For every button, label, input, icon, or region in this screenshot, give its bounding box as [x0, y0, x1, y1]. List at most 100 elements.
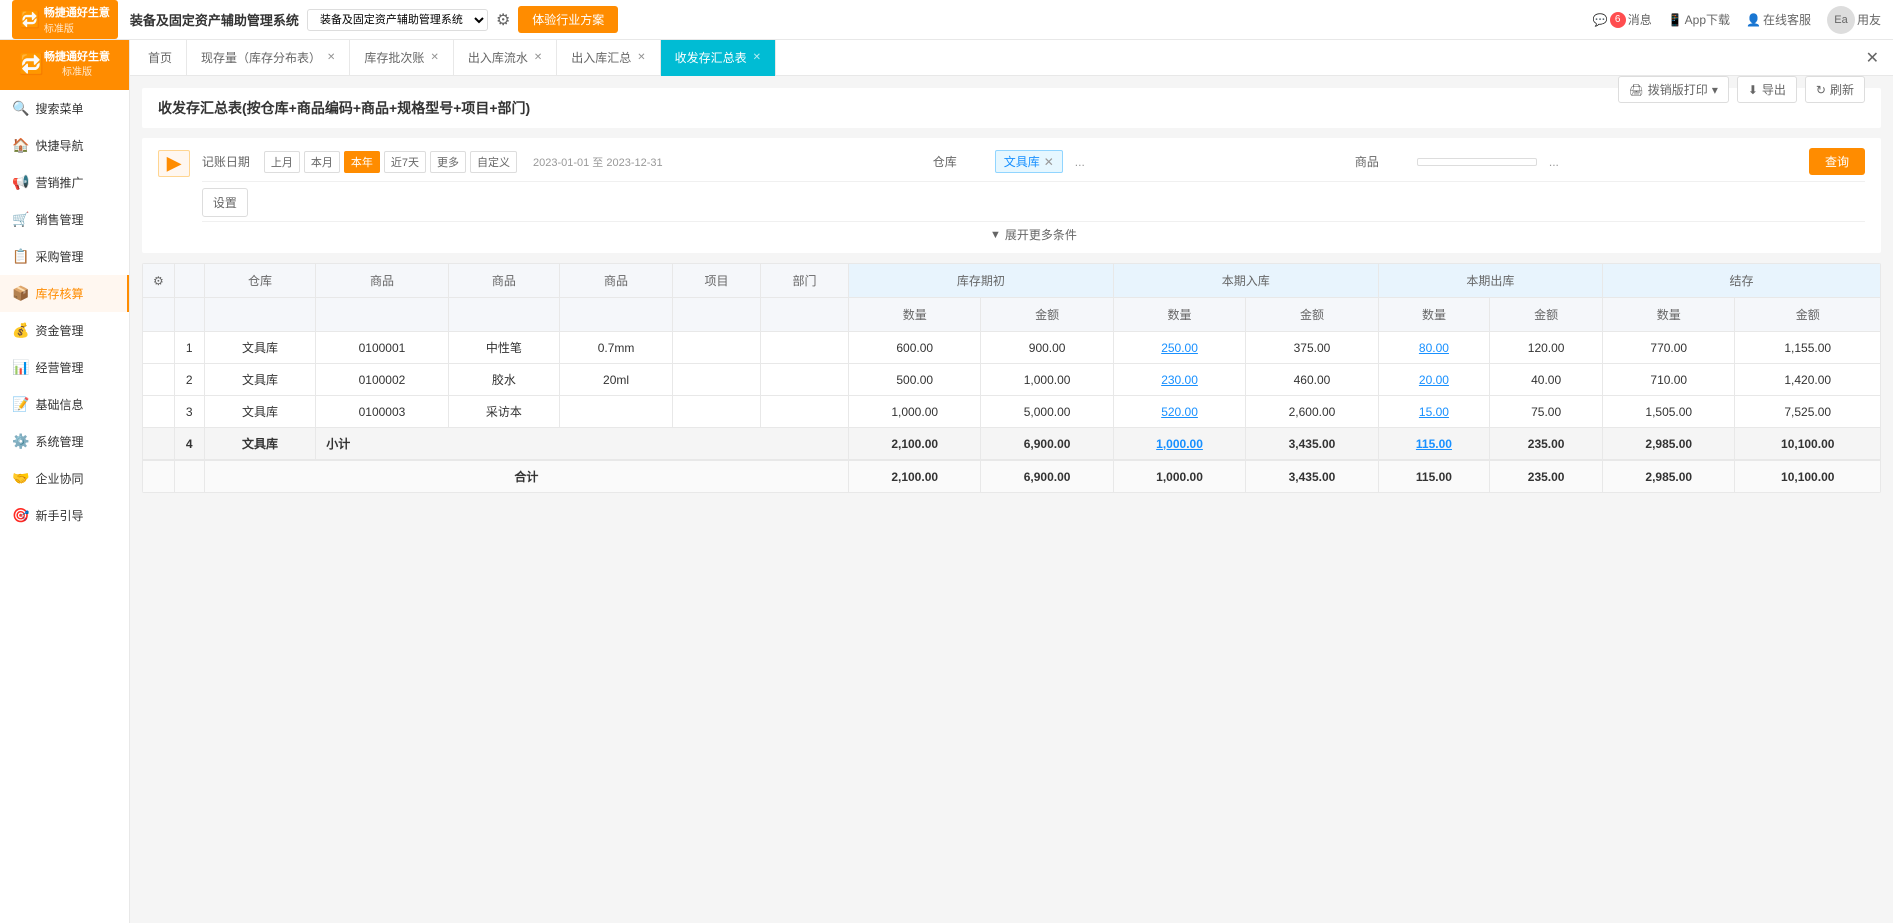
page-header: 收发存汇总表(按仓库+商品编码+商品+规格型号+项目+部门) 🖨 拨销版打印 ▾… — [142, 88, 1881, 128]
tab-home[interactable]: 首页 — [134, 40, 187, 76]
row1-opening-amount: 900.00 — [981, 332, 1113, 364]
sidebar-item-purchase[interactable]: 📋 采购管理 — [0, 238, 129, 275]
system-dropdown[interactable]: 装备及固定资产辅助管理系统 — [307, 9, 488, 31]
date-btn-last-month[interactable]: 上月 — [264, 151, 300, 173]
row2-in-qty[interactable]: 230.00 — [1113, 364, 1245, 396]
sidebar-item-basic-info[interactable]: 📝 基础信息 — [0, 386, 129, 423]
row1-project — [672, 332, 760, 364]
print-icon: 🖨 — [1629, 83, 1644, 97]
subtotal-in-qty[interactable]: 1,000.00 — [1113, 428, 1245, 461]
filter-toggle[interactable]: ▶ — [158, 150, 190, 177]
row1-balance-amount: 1,155.00 — [1735, 332, 1881, 364]
th-balance: 结存 — [1603, 264, 1881, 298]
print-button[interactable]: 🖨 拨销版打印 ▾ — [1618, 76, 1729, 103]
page-content: 收发存汇总表(按仓库+商品编码+商品+规格型号+项目+部门) 🖨 拨销版打印 ▾… — [130, 76, 1893, 923]
tab-batch-ledger-close[interactable]: ✕ — [430, 52, 438, 63]
row1-in-amount: 375.00 — [1246, 332, 1378, 364]
row3-balance-qty: 1,505.00 — [1603, 396, 1735, 428]
user-item[interactable]: Ea 用友 — [1827, 6, 1881, 34]
th-goods-code-sub — [316, 298, 448, 332]
refresh-button[interactable]: ↻ 刷新 — [1805, 76, 1865, 103]
sidebar-item-quick-nav[interactable]: 🏠 快捷导航 — [0, 127, 129, 164]
logo-icon: 🔁 — [20, 10, 40, 30]
query-button[interactable]: 查询 — [1809, 148, 1865, 175]
tab-close-all[interactable]: ✕ — [1856, 48, 1889, 68]
tab-batch-ledger[interactable]: 库存批次账 ✕ — [350, 40, 453, 76]
tab-receive-send-summary-close[interactable]: ✕ — [753, 52, 761, 63]
operations-icon: 📊 — [12, 359, 29, 376]
date-btn-more[interactable]: 更多 — [430, 151, 466, 173]
total-opening-amount: 6,900.00 — [981, 460, 1113, 493]
sidebar-logo-icon: 🔁 — [19, 51, 44, 79]
row1-name: 中性笔 — [448, 332, 559, 364]
tab-receive-send-summary[interactable]: 收发存汇总表 ✕ — [661, 40, 776, 76]
sidebar-item-search[interactable]: 🔍 搜索菜单 — [0, 90, 129, 127]
tab-in-out-flow[interactable]: 出入库流水 ✕ — [454, 40, 557, 76]
row3-out-qty[interactable]: 15.00 — [1378, 396, 1490, 428]
online-service-label: 在线客服 — [1763, 11, 1811, 28]
message-label: 消息 — [1628, 11, 1652, 28]
print-dropdown-icon: ▾ — [1712, 83, 1718, 97]
sidebar-item-operations[interactable]: 📊 经营管理 — [0, 349, 129, 386]
subtotal-warehouse: 文具库 — [204, 428, 315, 461]
sidebar-item-system[interactable]: ⚙️ 系统管理 — [0, 423, 129, 460]
settings-icon[interactable]: ⚙ — [496, 10, 510, 30]
export-button[interactable]: ⬇ 导出 — [1737, 76, 1797, 103]
sidebar-label-system: 系统管理 — [35, 433, 83, 450]
th-opening: 库存期初 — [848, 264, 1113, 298]
sidebar-item-marketing[interactable]: 📢 营销推广 — [0, 164, 129, 201]
date-btn-this-year[interactable]: 本年 — [344, 151, 380, 173]
subtotal-opening-qty: 2,100.00 — [848, 428, 980, 461]
goods-input[interactable] — [1417, 158, 1537, 166]
row1-balance-qty: 770.00 — [1603, 332, 1735, 364]
table-settings-icon[interactable]: ⚙ — [153, 274, 164, 288]
th-in-amount: 金额 — [1246, 298, 1378, 332]
th-settings-sub — [143, 298, 175, 332]
settings-btn[interactable]: 设置 — [202, 188, 248, 217]
sidebar-item-enterprise[interactable]: 🤝 企业协同 — [0, 460, 129, 497]
row2-spec: 20ml — [560, 364, 673, 396]
tab-in-out-summary-close[interactable]: ✕ — [637, 52, 645, 63]
tab-bar: 首页 现存量（库存分布表） ✕ 库存批次账 ✕ 出入库流水 ✕ 出入库汇总 ✕ — [130, 40, 1893, 76]
warehouse-more[interactable]: ... — [1075, 155, 1085, 169]
search-icon: 🔍 — [12, 100, 29, 117]
tab-in-out-summary[interactable]: 出入库汇总 ✕ — [557, 40, 660, 76]
sidebar-item-finance[interactable]: 💰 资金管理 — [0, 312, 129, 349]
tab-inventory-dist-label: 现存量（库存分布表） — [201, 49, 321, 66]
sidebar-item-inventory[interactable]: 📦 库存核算 — [0, 275, 129, 312]
row1-out-qty[interactable]: 80.00 — [1378, 332, 1490, 364]
sidebar-item-newcomer[interactable]: 🎯 新手引导 — [0, 497, 129, 534]
goods-more[interactable]: ... — [1549, 155, 1559, 169]
tab-in-out-flow-close[interactable]: ✕ — [534, 52, 542, 63]
message-item[interactable]: 💬 6 消息 — [1593, 11, 1652, 28]
filter-expand[interactable]: ▼ 展开更多条件 — [202, 221, 1865, 243]
top-bar-right: 💬 6 消息 📱 App下载 👤 在线客服 Ea 用友 — [1593, 6, 1881, 34]
row3-check — [143, 396, 175, 428]
finance-icon: 💰 — [12, 322, 29, 339]
date-btn-custom[interactable]: 自定义 — [470, 151, 517, 173]
row2-balance-qty: 710.00 — [1603, 364, 1735, 396]
system-name: 装备及固定资产辅助管理系统 — [130, 10, 299, 29]
sales-icon: 🛒 — [12, 211, 29, 228]
warehouse-tag-remove[interactable]: ✕ — [1044, 155, 1054, 169]
row1-in-qty[interactable]: 250.00 — [1113, 332, 1245, 364]
date-btn-this-month[interactable]: 本月 — [304, 151, 340, 173]
user-label: 用友 — [1857, 11, 1881, 28]
export-icon: ⬇ — [1748, 83, 1758, 97]
experience-btn[interactable]: 体验行业方案 — [518, 6, 618, 33]
app-download-item[interactable]: 📱 App下载 — [1668, 11, 1730, 28]
tab-inventory-dist-close[interactable]: ✕ — [327, 52, 335, 63]
subtotal-out-qty[interactable]: 115.00 — [1378, 428, 1490, 461]
th-settings[interactable]: ⚙ — [143, 264, 175, 298]
app-subtitle: 标准版 — [44, 20, 110, 35]
sidebar-item-sales[interactable]: 🛒 销售管理 — [0, 201, 129, 238]
row2-out-qty[interactable]: 20.00 — [1378, 364, 1490, 396]
total-out-amount: 235.00 — [1490, 460, 1603, 493]
row3-in-qty[interactable]: 520.00 — [1113, 396, 1245, 428]
row2-dept — [760, 364, 848, 396]
avatar-text: Ea — [1834, 14, 1847, 26]
content-area: 首页 现存量（库存分布表） ✕ 库存批次账 ✕ 出入库流水 ✕ 出入库汇总 ✕ — [130, 40, 1893, 923]
date-btn-last-7days[interactable]: 近7天 — [384, 151, 426, 173]
online-service-item[interactable]: 👤 在线客服 — [1746, 11, 1811, 28]
tab-inventory-dist[interactable]: 现存量（库存分布表） ✕ — [187, 40, 350, 76]
